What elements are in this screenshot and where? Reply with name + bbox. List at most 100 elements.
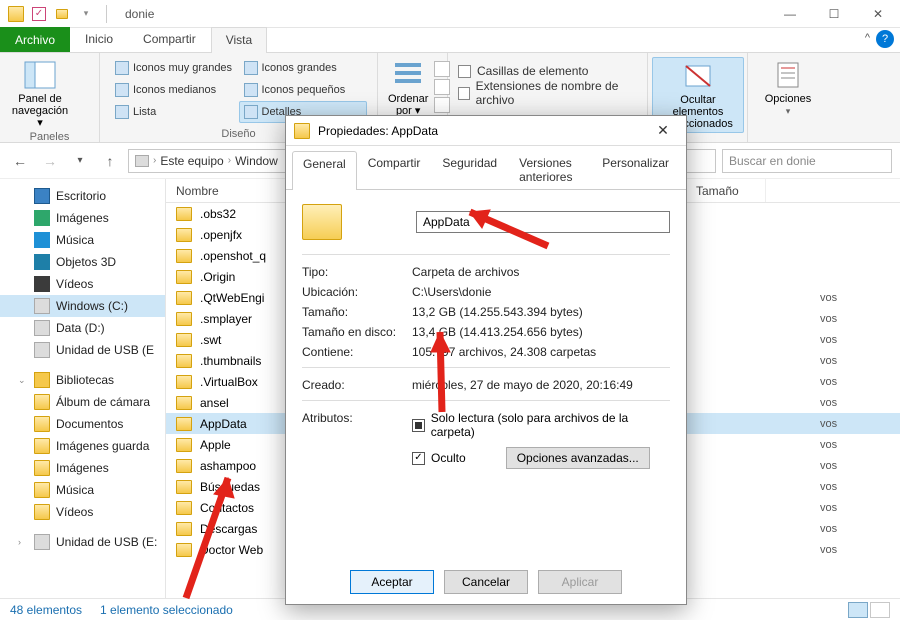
- forward-button[interactable]: →: [38, 149, 62, 173]
- folder-icon: [176, 522, 192, 536]
- crumb-pc[interactable]: Este equipo: [160, 154, 223, 168]
- file-size: vos: [820, 334, 900, 346]
- titlebar: ✓ ▾ donie — ☐ ✕: [0, 0, 900, 28]
- file-size: vos: [820, 397, 900, 409]
- up-button[interactable]: ↑: [98, 149, 122, 173]
- maximize-button[interactable]: ☐: [812, 0, 856, 28]
- layout-list[interactable]: Lista: [110, 101, 239, 123]
- dialog-folder-icon: [294, 123, 310, 139]
- tree-windows-c[interactable]: Windows (C:): [0, 295, 165, 317]
- window-title: donie: [125, 7, 154, 21]
- folder-icon: [176, 501, 192, 515]
- recent-dropdown[interactable]: ▾: [68, 149, 92, 173]
- search-input[interactable]: Buscar en donie: [722, 149, 892, 173]
- folder-icon: [176, 228, 192, 242]
- dlg-tab-personalizar[interactable]: Personalizar: [591, 150, 680, 189]
- chk-extensiones[interactable]: Extensiones de nombre de archivo: [458, 83, 637, 103]
- dialog-big-folder-icon: [302, 204, 342, 240]
- nav-tree[interactable]: Escritorio Imágenes Música Objetos 3D Ví…: [0, 179, 166, 598]
- status-count: 48 elementos: [10, 603, 82, 617]
- folder-icon: [176, 396, 192, 410]
- file-size: vos: [820, 502, 900, 514]
- minimize-button[interactable]: —: [768, 0, 812, 28]
- tree-usb2[interactable]: ›Unidad de USB (E:: [0, 531, 165, 553]
- properties-dialog: Propiedades: AppData ✕ General Compartir…: [285, 115, 687, 605]
- folder-icon: [176, 207, 192, 221]
- folder-icon: [176, 312, 192, 326]
- tree-documentos[interactable]: Documentos: [0, 413, 165, 435]
- tree-videos2[interactable]: Vídeos: [0, 501, 165, 523]
- aplicar-button[interactable]: Aplicar: [538, 570, 622, 594]
- tab-vista[interactable]: Vista: [211, 27, 267, 53]
- tree-musica[interactable]: Música: [0, 229, 165, 251]
- ribbon-collapse-icon[interactable]: ^: [865, 32, 870, 44]
- folder-small-icon: [54, 6, 70, 22]
- folder-icon: [176, 333, 192, 347]
- layout-very-big[interactable]: Iconos muy grandes: [110, 57, 239, 79]
- tree-bibliotecas[interactable]: ⌄Bibliotecas: [0, 369, 165, 391]
- tab-archivo[interactable]: Archivo: [0, 27, 70, 52]
- cancelar-button[interactable]: Cancelar: [444, 570, 528, 594]
- tree-img-guard[interactable]: Imágenes guarda: [0, 435, 165, 457]
- view-details-icon[interactable]: [848, 602, 868, 618]
- crumb-win[interactable]: Window: [235, 154, 278, 168]
- tree-escritorio[interactable]: Escritorio: [0, 185, 165, 207]
- view-thumbs-icon[interactable]: [870, 602, 890, 618]
- folder-icon: [176, 354, 192, 368]
- file-size: vos: [820, 481, 900, 493]
- val-creado: miércoles, 27 de mayo de 2020, 20:16:49: [412, 378, 670, 392]
- dialog-close-button[interactable]: ✕: [648, 118, 678, 144]
- back-button[interactable]: ←: [8, 149, 32, 173]
- folder-icon: [176, 270, 192, 284]
- file-size: vos: [820, 460, 900, 472]
- dialog-title: Propiedades: AppData: [318, 124, 438, 138]
- tab-compartir[interactable]: Compartir: [128, 26, 211, 52]
- tree-data-d[interactable]: Data (D:): [0, 317, 165, 339]
- layout-gallery[interactable]: Iconos muy grandes Iconos grandes Iconos…: [110, 57, 367, 123]
- pc-icon: [135, 155, 149, 167]
- ribbon-tabs: Archivo Inicio Compartir Vista ^ ?: [0, 28, 900, 53]
- folder-icon: [176, 543, 192, 557]
- folder-icon: [176, 249, 192, 263]
- nav-panel-button[interactable]: Panel de navegación ▾: [10, 57, 70, 129]
- layout-small[interactable]: Iconos pequeños: [239, 79, 368, 101]
- close-button[interactable]: ✕: [856, 0, 900, 28]
- file-size: vos: [820, 313, 900, 325]
- file-size: vos: [820, 523, 900, 535]
- opciones-avanzadas-button[interactable]: Opciones avanzadas...: [506, 447, 650, 469]
- chk-casillas[interactable]: Casillas de elemento: [458, 61, 637, 81]
- val-ubicacion: C:\Users\donie: [412, 285, 670, 299]
- tab-inicio[interactable]: Inicio: [70, 26, 128, 52]
- folder-icon: [176, 291, 192, 305]
- ordenar-button[interactable]: Ordenar por ▾: [388, 57, 428, 117]
- file-size: vos: [820, 544, 900, 556]
- tree-obj3d[interactable]: Objetos 3D: [0, 251, 165, 273]
- dlg-tab-versiones[interactable]: Versiones anteriores: [508, 150, 591, 189]
- checkbox-icon[interactable]: ✓: [32, 7, 46, 21]
- file-size: vos: [820, 355, 900, 367]
- tree-musica2[interactable]: Música: [0, 479, 165, 501]
- chk-solo-lectura[interactable]: [412, 419, 425, 432]
- folder-name-input[interactable]: [416, 211, 670, 233]
- group-paneles-label: Paneles: [10, 129, 89, 143]
- opciones-button[interactable]: Opciones ▾: [758, 57, 818, 117]
- tree-imagenes2[interactable]: Imágenes: [0, 457, 165, 479]
- tree-videos[interactable]: Vídeos: [0, 273, 165, 295]
- dlg-tab-general[interactable]: General: [292, 151, 357, 190]
- layout-big[interactable]: Iconos grandes: [239, 57, 368, 79]
- layout-medium[interactable]: Iconos medianos: [110, 79, 239, 101]
- tree-album[interactable]: Álbum de cámara: [0, 391, 165, 413]
- nav-panel-label: Panel de navegación ▾: [10, 93, 70, 129]
- tree-usb[interactable]: Unidad de USB (E: [0, 339, 165, 361]
- dlg-tab-seguridad[interactable]: Seguridad: [431, 150, 508, 189]
- tree-imagenes[interactable]: Imágenes: [0, 207, 165, 229]
- val-disco: 13,4 GB (14.413.254.656 bytes): [412, 325, 670, 339]
- help-icon[interactable]: ?: [876, 30, 894, 48]
- qat-dropdown-icon[interactable]: ▾: [78, 6, 94, 22]
- aceptar-button[interactable]: Aceptar: [350, 570, 434, 594]
- file-size: vos: [820, 292, 900, 304]
- val-tamano: 13,2 GB (14.255.543.394 bytes): [412, 305, 670, 319]
- chk-oculto[interactable]: [412, 452, 425, 465]
- col-tamano[interactable]: Tamaño: [686, 179, 766, 202]
- dlg-tab-compartir[interactable]: Compartir: [357, 150, 432, 189]
